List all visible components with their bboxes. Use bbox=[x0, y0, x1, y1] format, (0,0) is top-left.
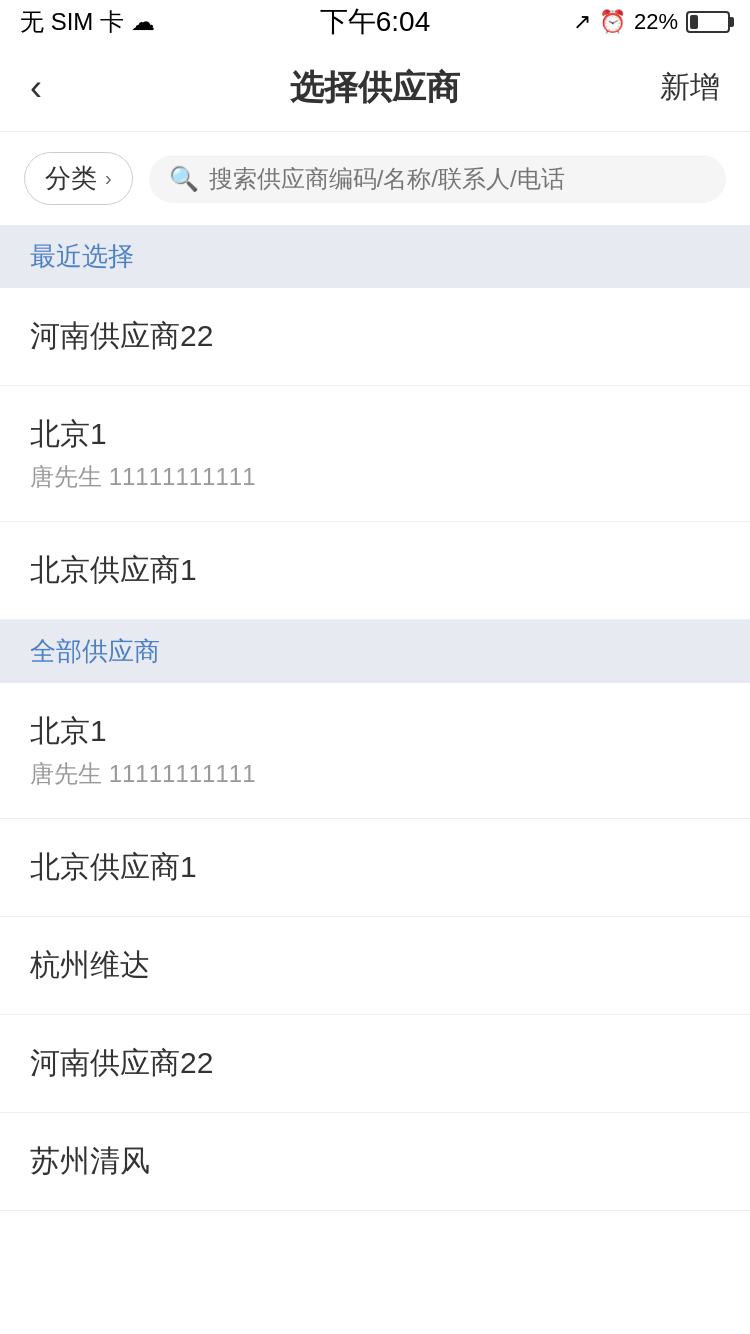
recent-section-label: 最近选择 bbox=[30, 241, 134, 271]
item-name: 苏州清风 bbox=[30, 1141, 720, 1182]
list-item[interactable]: 杭州维达 bbox=[0, 917, 750, 1015]
recent-section-header: 最近选择 bbox=[0, 225, 750, 288]
search-input[interactable] bbox=[209, 165, 706, 193]
item-sub: 唐先生 11111111111 bbox=[30, 461, 720, 493]
item-sub: 唐先生 11111111111 bbox=[30, 758, 720, 790]
status-time: 下午6:04 bbox=[320, 3, 431, 41]
list-item[interactable]: 北京1 唐先生 11111111111 bbox=[0, 683, 750, 819]
category-label: 分类 bbox=[45, 161, 97, 196]
item-name: 杭州维达 bbox=[30, 945, 720, 986]
item-name: 北京供应商1 bbox=[30, 847, 720, 888]
item-name: 北京1 bbox=[30, 711, 720, 752]
status-bar: 无 SIM 卡 ☁ 下午6:04 ↗ ⏰ 22% bbox=[0, 0, 750, 44]
battery-percent: 22% bbox=[634, 9, 678, 35]
search-icon: 🔍 bbox=[169, 165, 199, 193]
list-item[interactable]: 北京1 唐先生 11111111111 bbox=[0, 386, 750, 522]
location-icon: ↗ bbox=[573, 9, 591, 35]
list-item[interactable]: 河南供应商22 bbox=[0, 1015, 750, 1113]
item-name: 北京1 bbox=[30, 414, 720, 455]
status-left: 无 SIM 卡 ☁ bbox=[20, 6, 155, 38]
list-item[interactable]: 北京供应商1 bbox=[0, 522, 750, 620]
chevron-right-icon: › bbox=[105, 167, 112, 190]
sim-status: 无 SIM 卡 ☁ bbox=[20, 6, 155, 38]
status-right: ↗ ⏰ 22% bbox=[573, 9, 730, 35]
alarm-icon: ⏰ bbox=[599, 9, 626, 35]
back-button[interactable]: ‹ bbox=[30, 67, 110, 109]
all-section-label: 全部供应商 bbox=[30, 636, 160, 666]
nav-bar: ‹ 选择供应商 新增 bbox=[0, 44, 750, 132]
search-box: 🔍 bbox=[149, 155, 726, 203]
all-section-header: 全部供应商 bbox=[0, 620, 750, 683]
add-button[interactable]: 新增 bbox=[640, 67, 720, 108]
item-name: 河南供应商22 bbox=[30, 316, 720, 357]
list-item[interactable]: 苏州清风 bbox=[0, 1113, 750, 1211]
category-button[interactable]: 分类 › bbox=[24, 152, 133, 205]
all-list: 北京1 唐先生 11111111111 北京供应商1 杭州维达河南供应商22 苏州清风 bbox=[0, 683, 750, 1211]
page-title: 选择供应商 bbox=[290, 65, 460, 111]
list-item[interactable]: 河南供应商22 bbox=[0, 288, 750, 386]
item-name: 北京供应商1 bbox=[30, 550, 720, 591]
filter-bar: 分类 › 🔍 bbox=[0, 132, 750, 225]
list-item[interactable]: 北京供应商1 bbox=[0, 819, 750, 917]
recent-list: 河南供应商22 北京1 唐先生 11111111111 北京供应商1 bbox=[0, 288, 750, 620]
battery-icon bbox=[686, 11, 730, 33]
item-name: 河南供应商22 bbox=[30, 1043, 720, 1084]
